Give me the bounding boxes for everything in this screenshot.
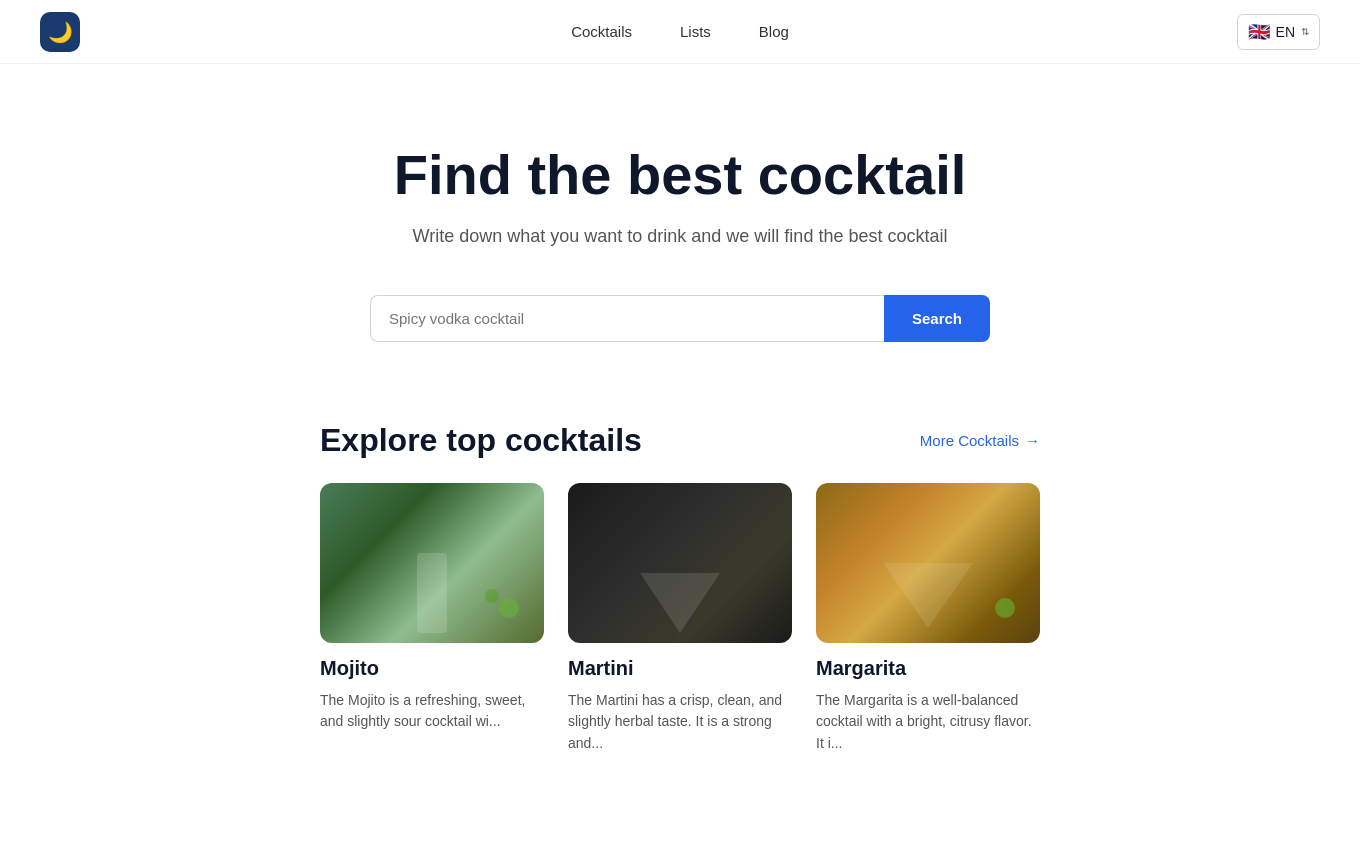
cocktail-image-mojito: [320, 483, 544, 643]
cocktail-description-martini: The Martini has a crisp, clean, and slig…: [568, 690, 792, 755]
cocktail-name-mojito: Mojito: [320, 657, 544, 680]
explore-section: Explore top cocktails More Cocktails → M…: [280, 402, 1080, 815]
cocktail-description-mojito: The Mojito is a refreshing, sweet, and s…: [320, 690, 544, 733]
more-cocktails-label: More Cocktails: [920, 432, 1019, 449]
lang-code: EN: [1276, 24, 1295, 40]
search-input[interactable]: [370, 295, 884, 342]
garnish-lime-margarita: [995, 598, 1015, 618]
cocktail-name-margarita: Margarita: [816, 657, 1040, 680]
explore-header: Explore top cocktails More Cocktails →: [320, 422, 1040, 459]
hero-title: Find the best cocktail: [270, 144, 1090, 206]
cocktail-image-margarita: [816, 483, 1040, 643]
explore-title: Explore top cocktails: [320, 422, 642, 459]
garnish-lime-2: [485, 589, 499, 603]
language-selector[interactable]: 🇬🇧 EN ⇅: [1237, 14, 1320, 50]
garnish-lime: [499, 598, 519, 618]
cocktail-card-mojito[interactable]: Mojito The Mojito is a refreshing, sweet…: [320, 483, 544, 755]
hero-subtitle: Write down what you want to drink and we…: [270, 226, 1090, 247]
search-container: Search: [370, 295, 990, 342]
flag-icon: 🇬🇧: [1248, 21, 1270, 43]
cocktail-cards: Mojito The Mojito is a refreshing, sweet…: [320, 483, 1040, 755]
hero-section: Find the best cocktail Write down what y…: [230, 64, 1130, 402]
cocktail-description-margarita: The Margarita is a well-balanced cocktai…: [816, 690, 1040, 755]
cocktail-image-martini: [568, 483, 792, 643]
nav-lists[interactable]: Lists: [680, 23, 711, 40]
navbar-right: 🇬🇧 EN ⇅: [1237, 14, 1320, 50]
arrow-icon: →: [1025, 432, 1040, 449]
navbar: 🌙 Cocktails Lists Blog 🇬🇧 EN ⇅: [0, 0, 1360, 64]
search-button[interactable]: Search: [884, 295, 990, 342]
logo-icon: 🌙: [40, 12, 80, 52]
chevron-icon: ⇅: [1301, 26, 1309, 37]
cocktail-card-margarita[interactable]: Margarita The Margarita is a well-balanc…: [816, 483, 1040, 755]
cocktail-card-martini[interactable]: Martini The Martini has a crisp, clean, …: [568, 483, 792, 755]
logo[interactable]: 🌙: [40, 12, 80, 52]
more-cocktails-link[interactable]: More Cocktails →: [920, 432, 1040, 449]
navbar-links: Cocktails Lists Blog: [571, 23, 789, 40]
nav-cocktails[interactable]: Cocktails: [571, 23, 632, 40]
cocktail-name-martini: Martini: [568, 657, 792, 680]
nav-blog[interactable]: Blog: [759, 23, 789, 40]
